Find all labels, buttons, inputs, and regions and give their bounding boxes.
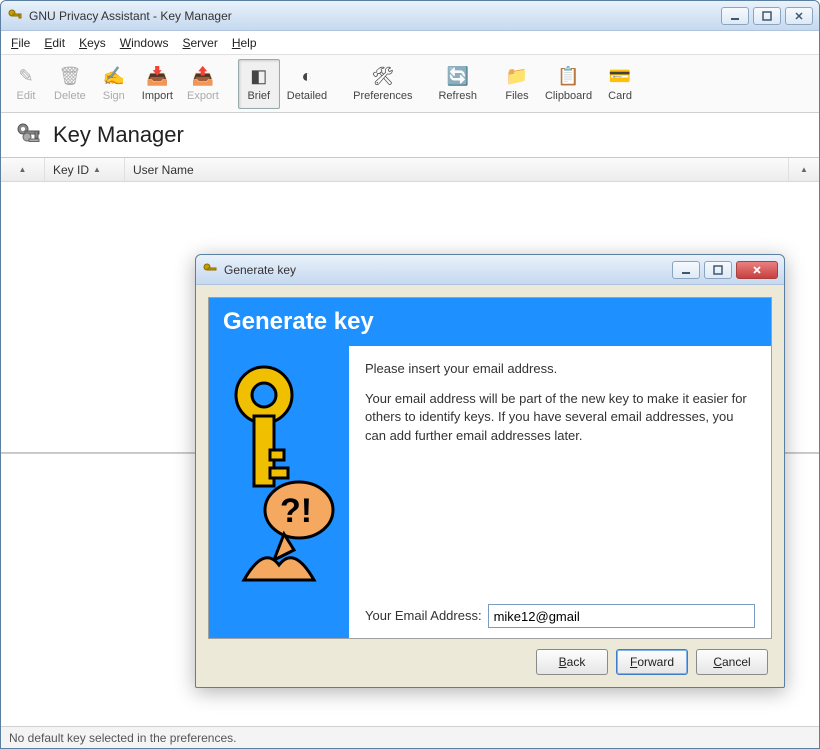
dialog-minimize-button[interactable] (672, 261, 700, 279)
table-col-keyid[interactable]: Key ID ▲ (45, 158, 125, 181)
dialog-panel: Generate key ?! (208, 297, 772, 639)
status-text: No default key selected in the preferenc… (9, 731, 236, 745)
refresh-icon: 🔄 (447, 66, 469, 88)
forward-button[interactable]: Forward (616, 649, 688, 675)
toolbar-files-button[interactable]: 📁 Files (496, 59, 538, 109)
toolbar-export-button: 📤 Export (180, 59, 226, 109)
dialog-window-controls (672, 261, 778, 279)
dialog-right-panel: Please insert your email address. Your e… (349, 346, 771, 638)
card-icon: 💳 (609, 66, 631, 88)
svg-text:?!: ?! (280, 492, 312, 530)
import-icon: 📥 (146, 66, 168, 88)
dialog-content: ?! Please insert your email address. You… (209, 346, 771, 638)
brief-icon: ◧ (248, 66, 270, 88)
folder-icon: 📁 (506, 66, 528, 88)
toolbar: ✎ Edit 🗑 Delete ✍ Sign 📥 Import 📤 Export (1, 55, 819, 113)
email-label: Your Email Address: (365, 607, 482, 625)
menu-server[interactable]: Server (182, 36, 217, 50)
dialog-description: Your email address will be part of the n… (365, 390, 755, 445)
dialog-body: Generate key ?! (196, 285, 784, 687)
email-input[interactable] (488, 604, 755, 628)
keys-icon (15, 121, 43, 149)
maximize-button[interactable] (753, 7, 781, 25)
menu-keys[interactable]: Keys (79, 36, 106, 50)
clipboard-icon: 📋 (558, 66, 580, 88)
toolbar-preferences-button[interactable]: 🛠 Preferences (346, 59, 419, 109)
dialog-heading-bar: Generate key (209, 298, 771, 346)
toolbar-sign-button: ✍ Sign (93, 59, 135, 109)
back-button[interactable]: Back (536, 649, 608, 675)
dialog-heading: Generate key (223, 308, 757, 336)
toolbar-clipboard-button[interactable]: 📋 Clipboard (538, 59, 599, 109)
menu-edit[interactable]: Edit (44, 36, 65, 50)
dialog-title: Generate key (224, 263, 672, 277)
menubar: File Edit Keys Windows Server Help (1, 31, 819, 55)
app-icon (7, 8, 23, 24)
statusbar: No default key selected in the preferenc… (1, 726, 819, 748)
trash-icon: 🗑 (59, 66, 81, 88)
table-col-username[interactable]: User Name (125, 158, 789, 181)
toolbar-refresh-button[interactable]: 🔄 Refresh (431, 59, 484, 109)
dialog-illustration: ?! (209, 346, 349, 638)
toolbar-delete-button: 🗑 Delete (47, 59, 93, 109)
minimize-button[interactable] (721, 7, 749, 25)
toolbar-edit-button: ✎ Edit (5, 59, 47, 109)
toolbar-card-button[interactable]: 💳 Card (599, 59, 641, 109)
menu-windows[interactable]: Windows (120, 36, 169, 50)
toolbar-import-button[interactable]: 📥 Import (135, 59, 180, 109)
export-icon: 📤 (192, 66, 214, 88)
table-col-end[interactable]: ▲ (789, 158, 819, 181)
page-title: Key Manager (53, 122, 184, 148)
dialog-close-button[interactable] (736, 261, 778, 279)
table-header: ▲ Key ID ▲ User Name ▲ (1, 158, 819, 182)
email-form-row: Your Email Address: (365, 604, 755, 628)
window-controls (721, 7, 813, 25)
dialog-maximize-button[interactable] (704, 261, 732, 279)
menu-help[interactable]: Help (232, 36, 257, 50)
preferences-icon: 🛠 (372, 66, 394, 88)
table-sort-column[interactable]: ▲ (1, 158, 45, 181)
toolbar-detailed-button[interactable]: ◐ Detailed (280, 59, 334, 109)
edit-icon: ✎ (15, 66, 37, 88)
menu-file[interactable]: File (11, 36, 30, 50)
detailed-icon: ◐ (296, 66, 318, 88)
generate-key-dialog: Generate key Generate key (195, 254, 785, 688)
dialog-button-row: Back Forward Cancel (208, 639, 772, 675)
main-titlebar[interactable]: GNU Privacy Assistant - Key Manager (1, 1, 819, 31)
close-button[interactable] (785, 7, 813, 25)
toolbar-brief-button[interactable]: ◧ Brief (238, 59, 280, 109)
dialog-titlebar[interactable]: Generate key (196, 255, 784, 285)
cancel-button[interactable]: Cancel (696, 649, 768, 675)
page-header: Key Manager (1, 113, 819, 157)
main-title: GNU Privacy Assistant - Key Manager (29, 9, 721, 23)
sign-icon: ✍ (103, 66, 125, 88)
dialog-app-icon (202, 262, 218, 278)
dialog-instruction: Please insert your email address. (365, 360, 755, 378)
